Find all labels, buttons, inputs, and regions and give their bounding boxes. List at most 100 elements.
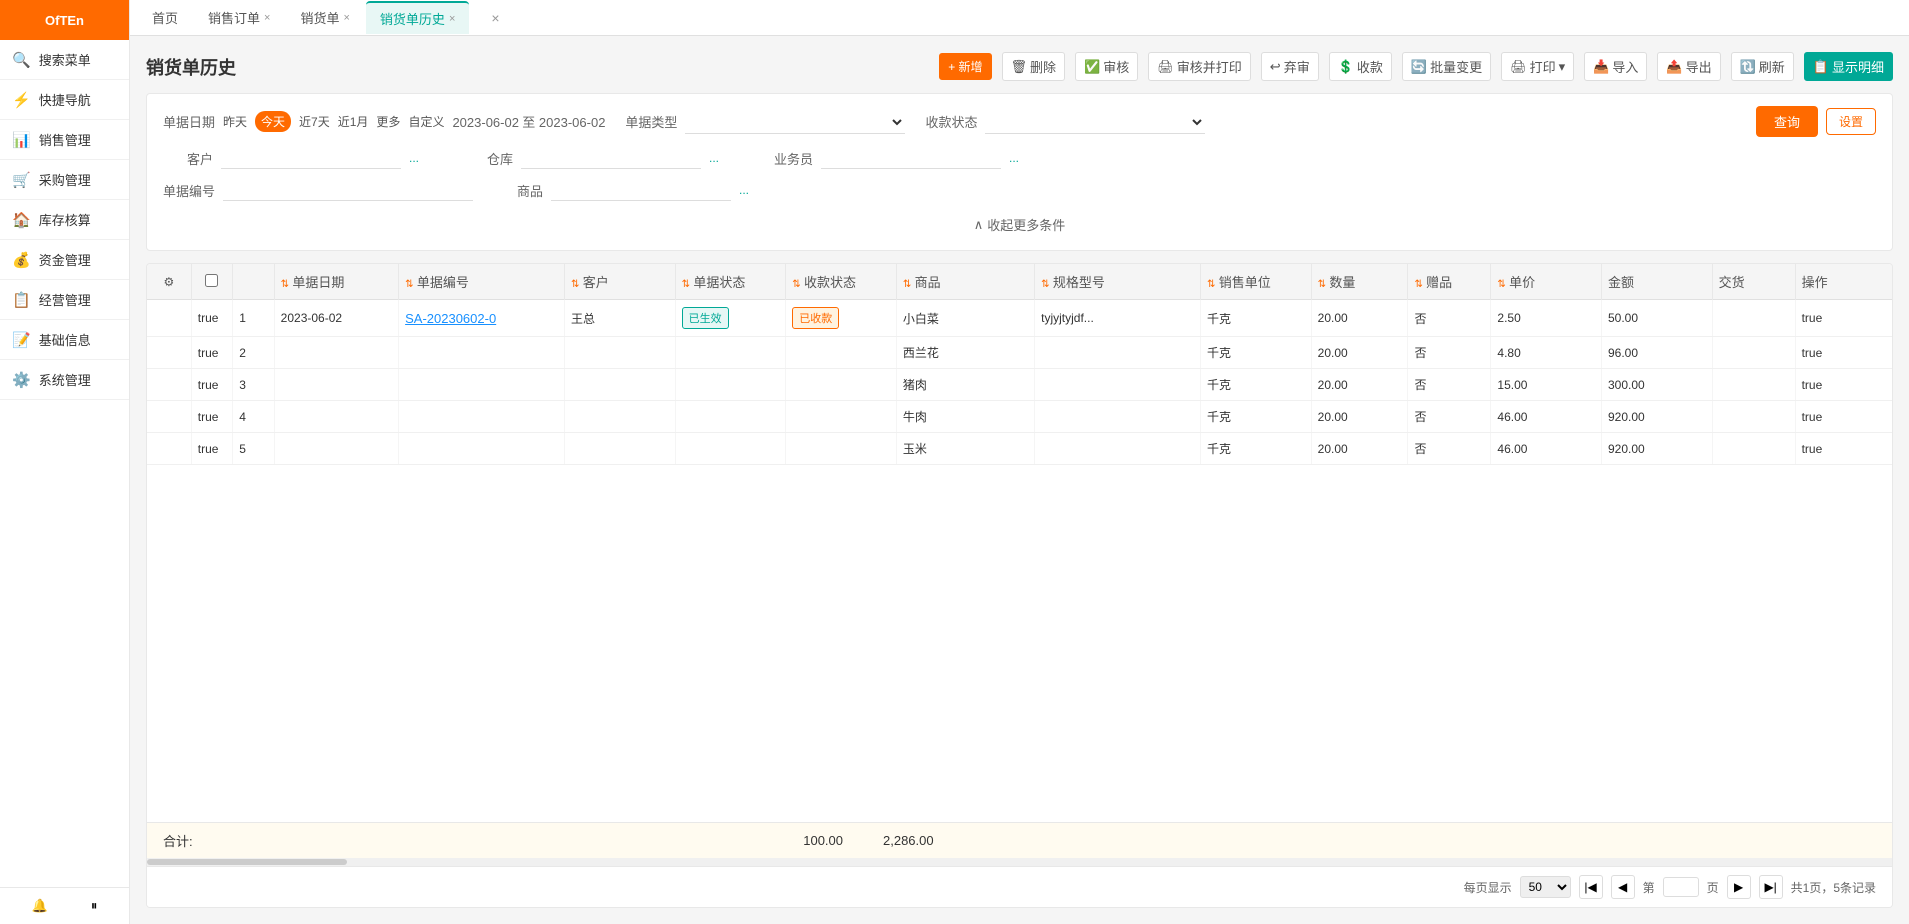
batch-change-button[interactable]: 🔄 批量变更 [1402,52,1491,81]
sidebar-item-inventory[interactable]: 🏠 库存核算 [0,200,129,240]
table-cell: SA-20230602-0 [399,300,565,337]
first-page-button[interactable]: |◀ [1579,875,1603,899]
set-button[interactable]: 设置 [1826,108,1876,135]
table-cell [1035,369,1201,401]
docno-input[interactable] [223,179,473,201]
tab-close-all-btn[interactable]: × [491,10,499,26]
add-button[interactable]: + 新增 [939,53,991,80]
shortcut-more[interactable]: 更多 [376,113,400,130]
table-cell: true [1795,337,1892,369]
col-gift[interactable]: ⇅ 赠品 [1408,264,1491,300]
tab-sales-history-close[interactable]: × [449,13,455,25]
page-number-input[interactable]: 1 [1663,877,1699,897]
sidebar-item-quick-nav[interactable]: ⚡ 快捷导航 [0,80,129,120]
salesperson-ellipsis[interactable]: ... [1009,151,1019,165]
table-cell: 西兰花 [896,337,1034,369]
sidebar-item-finance[interactable]: 💰 资金管理 [0,240,129,280]
doc-no-link[interactable]: SA-20230602-0 [405,311,496,326]
shortcut-today[interactable]: 今天 [255,111,291,132]
payment-status-select[interactable] [985,110,1205,134]
tab-sales-goods[interactable]: 销货单 × [286,2,363,33]
delete-button[interactable]: 🗑 删除 [1002,52,1066,81]
filter-panel: 单据日期 昨天 今天 近7天 近1月 更多 自定义 2023-06-02 至 2… [146,93,1893,251]
goods-input[interactable] [551,179,731,201]
prev-page-button[interactable]: ◀ [1611,875,1635,899]
warehouse-ellipsis[interactable]: ... [709,151,719,165]
sidebar-item-label: 销售管理 [39,130,91,149]
page-header: 销货单历史 + 新增 🗑 删除 ✅ 审核 🖨 审核并打印 ↩ 弃审 [146,52,1893,81]
col-unit-price[interactable]: ⇅ 单价 [1491,264,1602,300]
table-row: true2西兰花千克20.00否4.8096.00true [147,337,1892,369]
col-spec[interactable]: ⇅ 规格型号 [1035,264,1201,300]
sidebar-footer-icon2[interactable]: ⏸ [91,898,98,914]
table-cell: true [1795,401,1892,433]
table-cell: tyjyjtyjdf... [1035,300,1201,337]
print-button[interactable]: 🖨 打印 ▾ [1501,52,1574,81]
col-payment-status[interactable]: ⇅ 收款状态 [786,264,897,300]
abandon-button[interactable]: ↩ 弃审 [1261,52,1319,81]
goods-ellipsis[interactable]: ... [739,183,749,197]
show-detail-button[interactable]: 📋 显示明细 [1804,52,1893,81]
customer-input[interactable] [221,147,401,169]
finance-icon: 💰 [12,251,31,269]
doc-type-select[interactable] [685,110,905,134]
table-cell: 20.00 [1311,300,1408,337]
col-doc-no[interactable]: ⇅ 单据编号 [399,264,565,300]
scrollbar-thumb[interactable] [147,859,347,865]
quick-nav-icon: ⚡ [12,91,31,109]
sidebar-item-sales-mgmt[interactable]: 📊 销售管理 [0,120,129,160]
sidebar-item-operations[interactable]: 📋 经营管理 [0,280,129,320]
tab-home[interactable]: 首页 [138,2,192,33]
customer-ellipsis[interactable]: ... [409,151,419,165]
filter-collapse[interactable]: ∧ 收起更多条件 [163,211,1876,238]
shortcut-custom[interactable]: 自定义 [408,113,444,130]
audit-button[interactable]: ✅ 审核 [1075,52,1138,81]
audit-print-icon: 🖨 [1157,59,1174,75]
next-page-button[interactable]: ▶ [1727,875,1751,899]
tab-sales-order-label: 销售订单 [208,8,260,27]
shortcut-7days[interactable]: 近7天 [299,113,330,130]
doc-type-label: 单据类型 [625,112,677,131]
col-unit[interactable]: ⇅ 销售单位 [1201,264,1312,300]
scrollbar-area [147,858,1892,866]
audit-print-button[interactable]: 🖨 审核并打印 [1148,52,1251,81]
tab-sales-history[interactable]: 销货单历史 × [366,1,469,34]
sidebar-footer: 🔔 ⏸ [0,887,129,924]
import-button[interactable]: 📥 导入 [1584,52,1647,81]
table-cell: 牛肉 [896,401,1034,433]
sidebar-item-sys-mgmt[interactable]: ⚙️ 系统管理 [0,360,129,400]
refresh-button[interactable]: 🔃 刷新 [1731,52,1794,81]
last-page-button[interactable]: ▶| [1759,875,1783,899]
col-doc-status[interactable]: ⇅ 单据状态 [675,264,786,300]
table-cell: true [191,433,232,465]
col-gear[interactable]: ⚙ [147,264,191,300]
col-goods[interactable]: ⇅ 商品 [896,264,1034,300]
col-doc-date[interactable]: ⇅ 单据日期 [274,264,398,300]
sidebar-footer-icon1[interactable]: 🔔 [32,898,48,914]
table-cell: 20.00 [1311,369,1408,401]
table-cell: true [1795,300,1892,337]
col-customer[interactable]: ⇅ 客户 [565,264,676,300]
inventory-icon: 🏠 [12,211,31,229]
shortcut-1month[interactable]: 近1月 [338,113,369,130]
tab-sales-order[interactable]: 销售订单 × [194,2,284,33]
per-page-select[interactable]: 50 10 20 100 [1520,876,1571,898]
export-button[interactable]: 📤 导出 [1657,52,1720,81]
tab-sales-order-close[interactable]: × [264,12,270,24]
tab-sales-goods-close[interactable]: × [343,12,349,24]
sidebar-item-label: 库存核算 [39,210,91,229]
sidebar-item-basic-info[interactable]: 📝 基础信息 [0,320,129,360]
col-qty[interactable]: ⇅ 数量 [1311,264,1408,300]
warehouse-input[interactable] [521,147,701,169]
col-checkbox[interactable] [191,264,232,300]
collect-button[interactable]: 💲 收款 [1329,52,1392,81]
query-button[interactable]: 查询 [1756,106,1818,137]
main-area: 首页 销售订单 × 销货单 × 销货单历史 × × 销货单历史 + 新增 🗑 删… [130,0,1909,924]
date-range-value: 2023-06-02 至 2023-06-02 [452,112,605,131]
salesperson-input[interactable] [821,147,1001,169]
table-cell [399,337,565,369]
select-all-checkbox[interactable] [205,274,218,287]
shortcut-yesterday[interactable]: 昨天 [223,113,247,130]
sidebar-item-search-menu[interactable]: 🔍 搜索菜单 [0,40,129,80]
sidebar-item-purchase-mgmt[interactable]: 🛒 采购管理 [0,160,129,200]
